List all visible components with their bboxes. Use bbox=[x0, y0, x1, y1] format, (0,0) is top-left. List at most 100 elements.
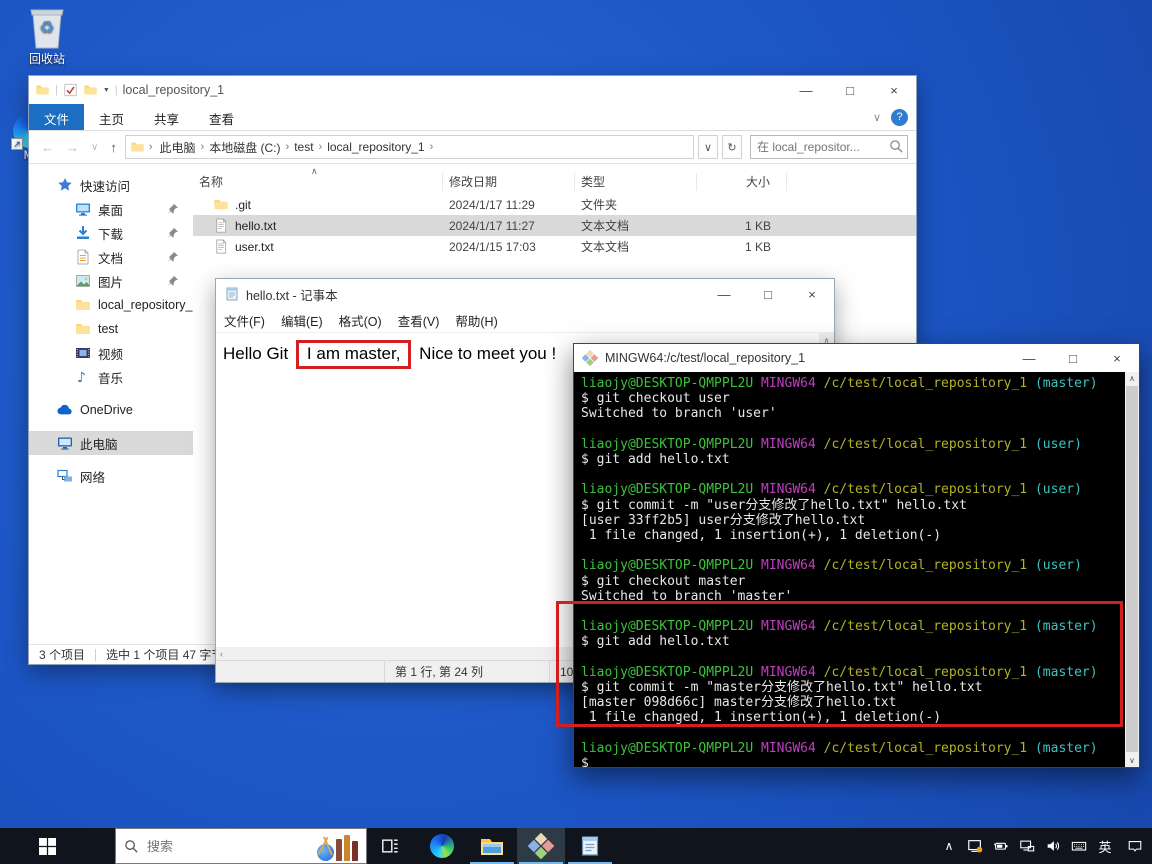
minimize-button[interactable]: — bbox=[702, 279, 746, 309]
sidebar-item[interactable]: 网络 bbox=[29, 464, 193, 488]
explorer-search-input[interactable] bbox=[750, 135, 908, 159]
taskbar-git-button[interactable] bbox=[517, 828, 565, 864]
file-type: 文件夹 bbox=[581, 198, 618, 212]
recycle-bin-art: ♻ bbox=[28, 6, 66, 50]
column-header[interactable]: 名称 bbox=[193, 172, 443, 191]
maximize-button[interactable]: □ bbox=[746, 279, 790, 309]
search-icon bbox=[889, 139, 904, 154]
taskbar-edge-button[interactable] bbox=[418, 828, 466, 864]
ribbon-expand-icon[interactable]: ∨ bbox=[873, 111, 881, 124]
separator: | bbox=[114, 84, 118, 96]
pin-icon bbox=[167, 251, 179, 263]
table-row[interactable]: .git 2024/1/17 11:29 文件夹 bbox=[193, 194, 916, 215]
sidebar-item[interactable]: 图片 bbox=[29, 269, 193, 293]
back-button[interactable]: ← bbox=[37, 140, 58, 155]
scroll-down-icon[interactable]: ∨ bbox=[1125, 756, 1139, 765]
sidebar-item[interactable]: 快速访问 bbox=[29, 173, 193, 197]
file-date: 2024/1/17 11:27 bbox=[449, 218, 535, 233]
power-icon[interactable] bbox=[988, 838, 1014, 854]
notepad-icon bbox=[224, 286, 240, 302]
forward-button[interactable]: → bbox=[62, 140, 83, 155]
close-button[interactable]: × bbox=[790, 279, 834, 309]
address-box[interactable]: › 此电脑 › 本地磁盘 (C:) › test › local_repository_1 › bbox=[124, 135, 694, 159]
close-button[interactable]: × bbox=[872, 76, 916, 104]
recent-locations-icon[interactable]: ∨ bbox=[87, 142, 102, 153]
start-button[interactable] bbox=[0, 828, 95, 864]
taskbar-explorer-button[interactable] bbox=[468, 828, 516, 864]
sidebar-item[interactable]: local_repository_1 bbox=[29, 293, 193, 317]
volume-icon[interactable] bbox=[1040, 838, 1066, 854]
ribbon-tab-2[interactable]: 共享 bbox=[139, 104, 194, 130]
column-header[interactable]: 类型 bbox=[575, 172, 697, 191]
scroll-up-icon[interactable]: ∧ bbox=[1125, 374, 1139, 383]
notepad-icon bbox=[578, 834, 602, 858]
sidebar-item-label: 网络 bbox=[80, 470, 106, 485]
sidebar-item[interactable]: 桌面 bbox=[29, 197, 193, 221]
maximize-button[interactable]: □ bbox=[1051, 344, 1095, 372]
task-view-button[interactable] bbox=[366, 828, 414, 864]
notepad-window-controls: — □ × bbox=[702, 279, 834, 309]
ribbon-tabs: 文件 主页 共享 查看 ∨ ? bbox=[29, 104, 916, 131]
column-header[interactable]: 大小 bbox=[697, 172, 787, 191]
recycle-bin-icon[interactable]: ♻ 回收站 bbox=[12, 6, 82, 67]
sidebar-item[interactable]: OneDrive bbox=[29, 398, 193, 422]
breadcrumb-segment[interactable]: 本地磁盘 (C:) bbox=[206, 139, 283, 156]
maximize-button[interactable]: □ bbox=[828, 76, 872, 104]
file-name: hello.txt bbox=[193, 218, 443, 233]
notepad-menu-item[interactable]: 查看(V) bbox=[390, 311, 448, 330]
ribbon-tab-3[interactable]: 查看 bbox=[194, 104, 249, 130]
sidebar-item[interactable]: test bbox=[29, 317, 193, 341]
notepad-menu-item[interactable]: 文件(F) bbox=[216, 311, 273, 330]
ribbon-tab-0[interactable]: 文件 bbox=[29, 104, 85, 130]
scroll-left-icon[interactable]: ‹ bbox=[216, 649, 223, 659]
explorer-window-title: local_repository_1 bbox=[122, 83, 225, 97]
address-bar: ← → ∨ ↑ › 此电脑 › 本地磁盘 (C:) › test › local_repos… bbox=[29, 131, 916, 164]
up-button[interactable]: ↑ bbox=[106, 140, 121, 155]
sidebar-item[interactable]: 此电脑 bbox=[29, 431, 193, 455]
items-count: 3 个项目 bbox=[39, 648, 86, 662]
tray-chevron-icon[interactable]: ∧ bbox=[936, 839, 962, 853]
textdoc-icon bbox=[213, 218, 229, 233]
table-row[interactable]: user.txt 2024/1/15 17:03 文本文档 1 KB bbox=[193, 236, 916, 257]
close-button[interactable]: × bbox=[1095, 344, 1139, 372]
touch-keyboard-icon[interactable] bbox=[1066, 838, 1092, 854]
breadcrumb-segment[interactable]: test bbox=[291, 140, 316, 154]
book-icon bbox=[352, 841, 358, 861]
qat-dropdown-icon[interactable]: ▼ bbox=[103, 87, 110, 94]
breadcrumb-segment[interactable]: local_repository_1 bbox=[324, 140, 427, 154]
taskbar-search[interactable] bbox=[115, 828, 367, 864]
ribbon-tab-1[interactable]: 主页 bbox=[84, 104, 139, 130]
terminal-scrollbar[interactable]: ∧ ∨ bbox=[1125, 372, 1139, 767]
table-row[interactable]: hello.txt 2024/1/17 11:27 文本文档 1 KB bbox=[193, 215, 916, 236]
annotation-box-notepad: I am master, bbox=[295, 340, 412, 369]
chevron-right-icon: › bbox=[285, 141, 290, 153]
scrollbar-thumb[interactable] bbox=[1126, 386, 1138, 752]
column-header[interactable]: 修改日期 bbox=[443, 172, 575, 191]
address-dropdown-icon[interactable]: ∨ bbox=[698, 135, 718, 159]
display-notification-icon[interactable] bbox=[962, 838, 988, 854]
taskbar-notepad-button[interactable] bbox=[566, 828, 614, 864]
new-folder-icon[interactable] bbox=[83, 83, 98, 97]
breadcrumb-segment[interactable]: 此电脑 bbox=[157, 139, 199, 156]
sidebar-item[interactable]: 文档 bbox=[29, 245, 193, 269]
file-explorer-icon bbox=[480, 835, 504, 857]
sidebar-item[interactable]: 下载 bbox=[29, 221, 193, 245]
sidebar-item[interactable]: ♪ 音乐 bbox=[29, 365, 193, 389]
refresh-button[interactable]: ↻ bbox=[722, 135, 742, 159]
notepad-menu-item[interactable]: 编辑(E) bbox=[273, 311, 331, 330]
explorer-window-controls: — □ × bbox=[784, 76, 916, 104]
action-center-icon[interactable] bbox=[1118, 838, 1152, 854]
taskbar-search-input[interactable] bbox=[147, 838, 309, 854]
sidebar-item[interactable]: 视频 bbox=[29, 341, 193, 365]
help-button[interactable]: ? bbox=[891, 108, 908, 126]
navigation-pane: 快速访问 桌面 下载 文档 图片 local_repository_1 test 视频 ♪ 音乐 O… bbox=[29, 165, 193, 644]
network-icon[interactable] bbox=[1014, 838, 1040, 854]
properties-check-icon[interactable] bbox=[63, 83, 78, 97]
minimize-button[interactable]: — bbox=[784, 76, 828, 104]
terminal-titlebar: MINGW64:/c/test/local_repository_1 — □ × bbox=[574, 344, 1139, 372]
download-icon bbox=[75, 225, 91, 241]
minimize-button[interactable]: — bbox=[1007, 344, 1051, 372]
notepad-menu-item[interactable]: 格式(O) bbox=[331, 311, 390, 330]
notepad-menu-item[interactable]: 帮助(H) bbox=[447, 311, 505, 330]
ime-indicator[interactable]: 英 bbox=[1092, 837, 1118, 856]
